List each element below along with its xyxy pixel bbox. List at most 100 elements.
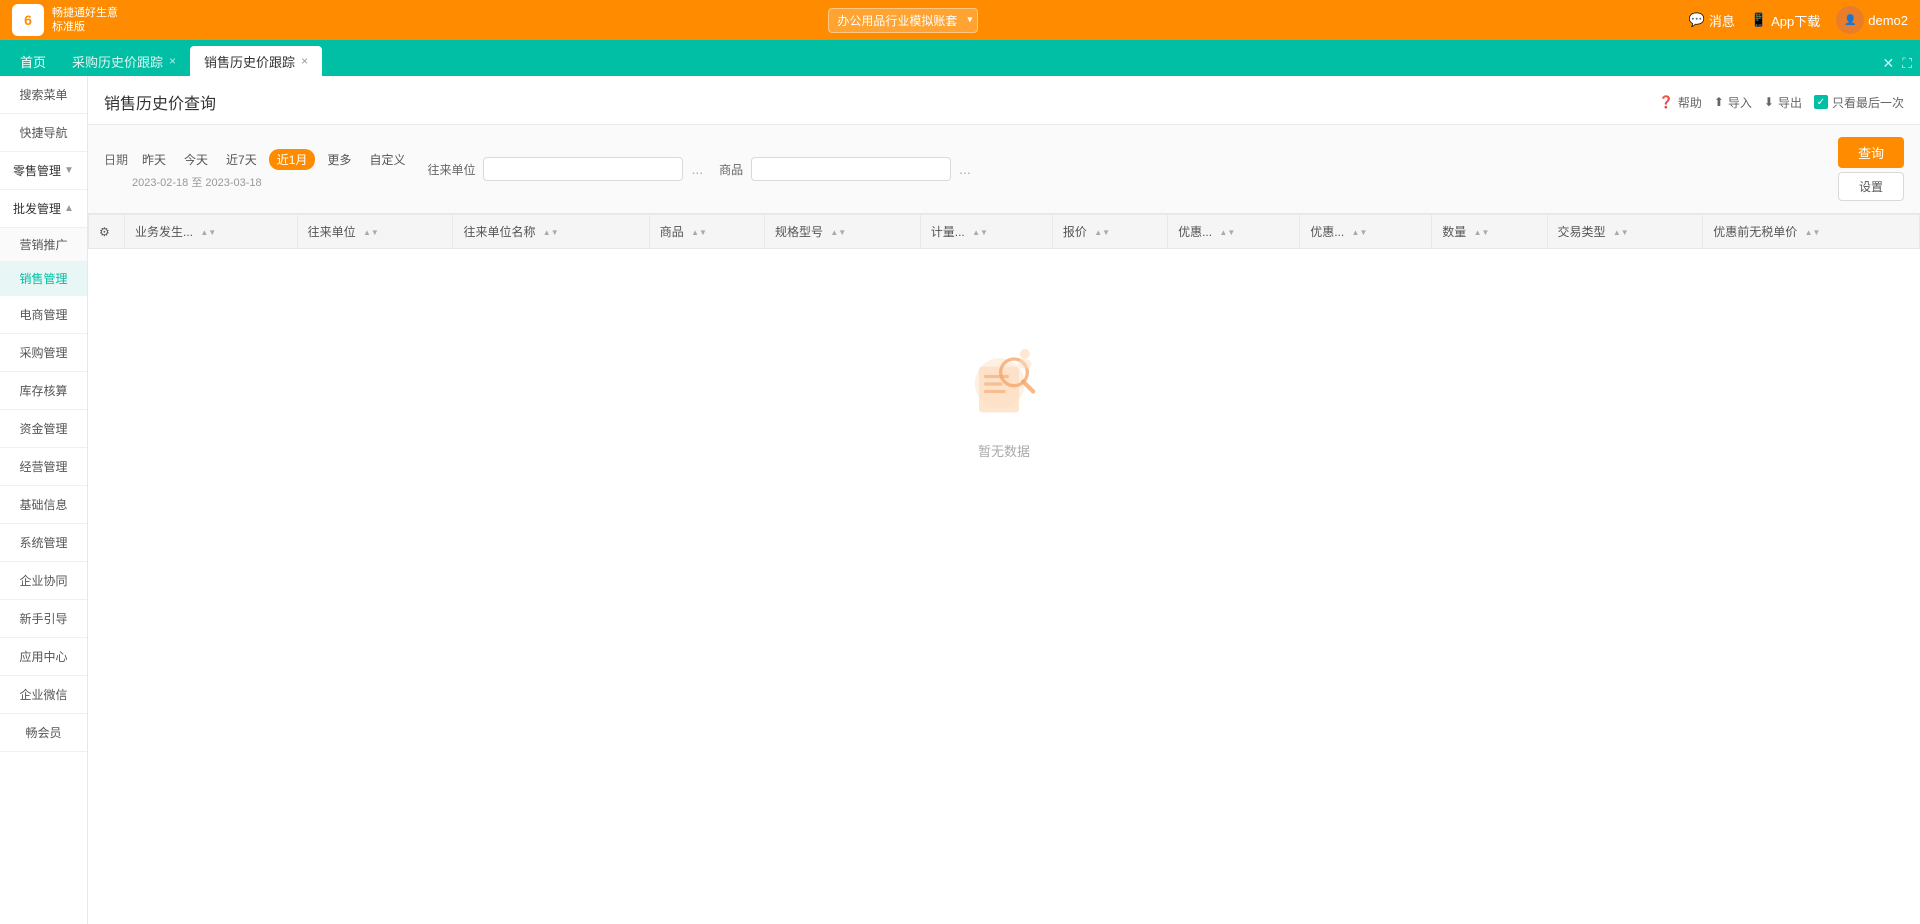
date-btn-today[interactable]: 今天: [178, 149, 214, 170]
only-last-checkbox[interactable]: ✓: [1814, 95, 1828, 109]
sidebar-item-retail[interactable]: 零售管理 ▼: [0, 152, 87, 190]
table-col-gear[interactable]: ⚙: [89, 215, 125, 249]
download-icon: 📱: [1751, 12, 1767, 28]
sort-icon-trade-type: ▲▼: [1613, 229, 1629, 237]
sidebar-item-operations[interactable]: 经营管理: [0, 448, 87, 486]
message-button[interactable]: 💬 消息: [1689, 11, 1735, 30]
page-title: 销售历史价查询: [104, 90, 216, 114]
unit-filter-group: 往来单位 ...: [427, 157, 703, 181]
tab-bar: 首页 采购历史价跟踪 × 销售历史价跟踪 × ✕ ⛶: [0, 40, 1920, 76]
sidebar-item-app-center[interactable]: 应用中心: [0, 638, 87, 676]
help-button[interactable]: ❓ 帮助: [1659, 94, 1702, 111]
import-icon: ⬆: [1714, 95, 1724, 109]
tab-purchase-history[interactable]: 采购历史价跟踪 ×: [58, 46, 190, 76]
top-header: 6 畅捷通好生意 标准版 办公用品行业模拟账套 💬 消息 📱 App下载 👤 d…: [0, 0, 1920, 40]
sidebar-item-enterprise-wechat[interactable]: 企业微信: [0, 676, 87, 714]
table-col-product[interactable]: 商品 ▲▼: [649, 215, 764, 249]
unit-filter-input[interactable]: [483, 157, 683, 181]
table-col-quantity[interactable]: 数量 ▲▼: [1432, 215, 1547, 249]
sort-icon-unit-name: ▲▼: [543, 229, 559, 237]
date-range-display: 2023-02-18 至 2023-03-18: [132, 174, 411, 190]
operations-label: 经营管理: [19, 460, 67, 474]
sidebar-item-wholesale[interactable]: 批发管理 ▲: [0, 190, 87, 228]
table-col-trade-type[interactable]: 交易类型 ▲▼: [1547, 215, 1703, 249]
date-btn-7days[interactable]: 近7天: [220, 149, 263, 170]
table-col-unit-code[interactable]: 往来单位 ▲▼: [297, 215, 453, 249]
tab-close-sales[interactable]: ×: [301, 55, 308, 67]
product-filter-dots[interactable]: ...: [959, 161, 971, 177]
table-col-unit-name[interactable]: 往来单位名称 ▲▼: [453, 215, 649, 249]
sidebar: 搜索菜单 快捷导航 零售管理 ▼ 批发管理 ▲ 营销推广 销售管理 电商管理 采…: [0, 76, 88, 924]
sidebar-item-quick-nav[interactable]: 快捷导航: [0, 114, 87, 152]
sidebar-item-system[interactable]: 系统管理: [0, 524, 87, 562]
settings-button[interactable]: 设置: [1838, 172, 1904, 201]
ecommerce-label: 电商管理: [19, 308, 67, 322]
header-workspace: 办公用品行业模拟账套: [828, 8, 978, 33]
sales-mgmt-label: 销售管理: [19, 272, 67, 286]
sort-icon-unit-measure: ▲▼: [972, 229, 988, 237]
table-col-pre-tax-price[interactable]: 优惠前无税单价 ▲▼: [1703, 215, 1920, 249]
filter-action-buttons: 查询 设置: [1838, 137, 1904, 201]
tab-close-purchase[interactable]: ×: [169, 55, 176, 67]
date-btn-custom[interactable]: 自定义: [363, 149, 411, 170]
header-right: 💬 消息 📱 App下载 👤 demo2: [1689, 6, 1908, 34]
table-col-discount2[interactable]: 优惠... ▲▼: [1300, 215, 1432, 249]
tab-sales-history[interactable]: 销售历史价跟踪 ×: [190, 46, 322, 76]
date-btn-1month[interactable]: 近1月: [269, 149, 316, 170]
tab-home[interactable]: 首页: [8, 46, 58, 76]
table-col-discount1[interactable]: 优惠... ▲▼: [1168, 215, 1300, 249]
date-buttons: 昨天 今天 近7天 近1月 更多 自定义: [136, 149, 411, 170]
search-menu-label: 搜索菜单: [19, 88, 67, 102]
table-col-unit-measure[interactable]: 计量... ▲▼: [920, 215, 1052, 249]
finance-label: 资金管理: [19, 422, 67, 436]
page-actions: ❓ 帮助 ⬆ 导入 ⬇ 导出 ✓ 只看最后一次: [1659, 94, 1904, 111]
enterprise-wechat-label: 企业微信: [19, 688, 67, 702]
sidebar-item-search[interactable]: 搜索菜单: [0, 76, 87, 114]
help-icon: ❓: [1659, 95, 1674, 109]
sort-icon-quote: ▲▼: [1094, 229, 1110, 237]
sidebar-item-inventory[interactable]: 库存核算: [0, 372, 87, 410]
sidebar-item-basic-info[interactable]: 基础信息: [0, 486, 87, 524]
import-button[interactable]: ⬆ 导入: [1714, 94, 1752, 111]
tab-bar-controls: ✕ ⛶: [1882, 55, 1912, 76]
app-download-button[interactable]: 📱 App下载: [1751, 11, 1820, 30]
table-col-quote[interactable]: 报价 ▲▼: [1052, 215, 1167, 249]
table-col-biz-date[interactable]: 业务发生... ▲▼: [125, 215, 298, 249]
unit-filter-dots[interactable]: ...: [691, 161, 703, 177]
app-logo-text: 畅捷通好生意 标准版: [52, 6, 118, 35]
tab-maximize-button[interactable]: ⛶: [1902, 55, 1912, 72]
sort-icon-discount1: ▲▼: [1219, 229, 1235, 237]
date-btn-more[interactable]: 更多: [321, 149, 357, 170]
sidebar-item-purchase[interactable]: 采购管理: [0, 334, 87, 372]
date-filter-group: 日期 昨天 今天 近7天 近1月 更多 自定义 2023-02-18 至 202…: [104, 149, 411, 190]
retail-label: 零售管理: [13, 162, 61, 179]
empty-state: 暂无数据: [88, 249, 1920, 540]
sidebar-item-enterprise[interactable]: 企业协同: [0, 562, 87, 600]
sidebar-item-marketing[interactable]: 营销推广: [0, 228, 87, 262]
sidebar-item-ecommerce[interactable]: 电商管理: [0, 296, 87, 334]
user-profile[interactable]: 👤 demo2: [1836, 6, 1908, 34]
sidebar-item-onboarding[interactable]: 新手引导: [0, 600, 87, 638]
sort-icon-discount2: ▲▼: [1352, 229, 1368, 237]
product-filter-input[interactable]: [751, 157, 951, 181]
workspace-dropdown[interactable]: 办公用品行业模拟账套: [828, 8, 978, 33]
tab-close-all-button[interactable]: ✕: [1882, 55, 1894, 72]
only-last-toggle[interactable]: ✓ 只看最后一次: [1814, 94, 1904, 111]
wholesale-label: 批发管理: [13, 200, 61, 217]
product-filter-group: 商品 ...: [719, 157, 971, 181]
table-header: ⚙ 业务发生... ▲▼ 往来单位 ▲▼ 往来单位名称 ▲▼: [89, 215, 1920, 249]
table-col-spec[interactable]: 规格型号 ▲▼: [764, 215, 920, 249]
avatar: 👤: [1836, 6, 1864, 34]
system-label: 系统管理: [19, 536, 67, 550]
sidebar-item-sales-mgmt[interactable]: 销售管理: [0, 262, 87, 296]
date-filter-label: 日期: [104, 151, 128, 168]
sidebar-item-finance[interactable]: 资金管理: [0, 410, 87, 448]
sidebar-item-membership[interactable]: 畅会员: [0, 714, 87, 752]
export-button[interactable]: ⬇ 导出: [1764, 94, 1802, 111]
onboarding-label: 新手引导: [19, 612, 67, 626]
query-button[interactable]: 查询: [1838, 137, 1904, 168]
quick-nav-label: 快捷导航: [19, 126, 67, 140]
date-btn-yesterday[interactable]: 昨天: [136, 149, 172, 170]
filter-row: 日期 昨天 今天 近7天 近1月 更多 自定义 2023-02-18 至 202…: [104, 137, 1904, 201]
data-table: ⚙ 业务发生... ▲▼ 往来单位 ▲▼ 往来单位名称 ▲▼: [88, 214, 1920, 249]
